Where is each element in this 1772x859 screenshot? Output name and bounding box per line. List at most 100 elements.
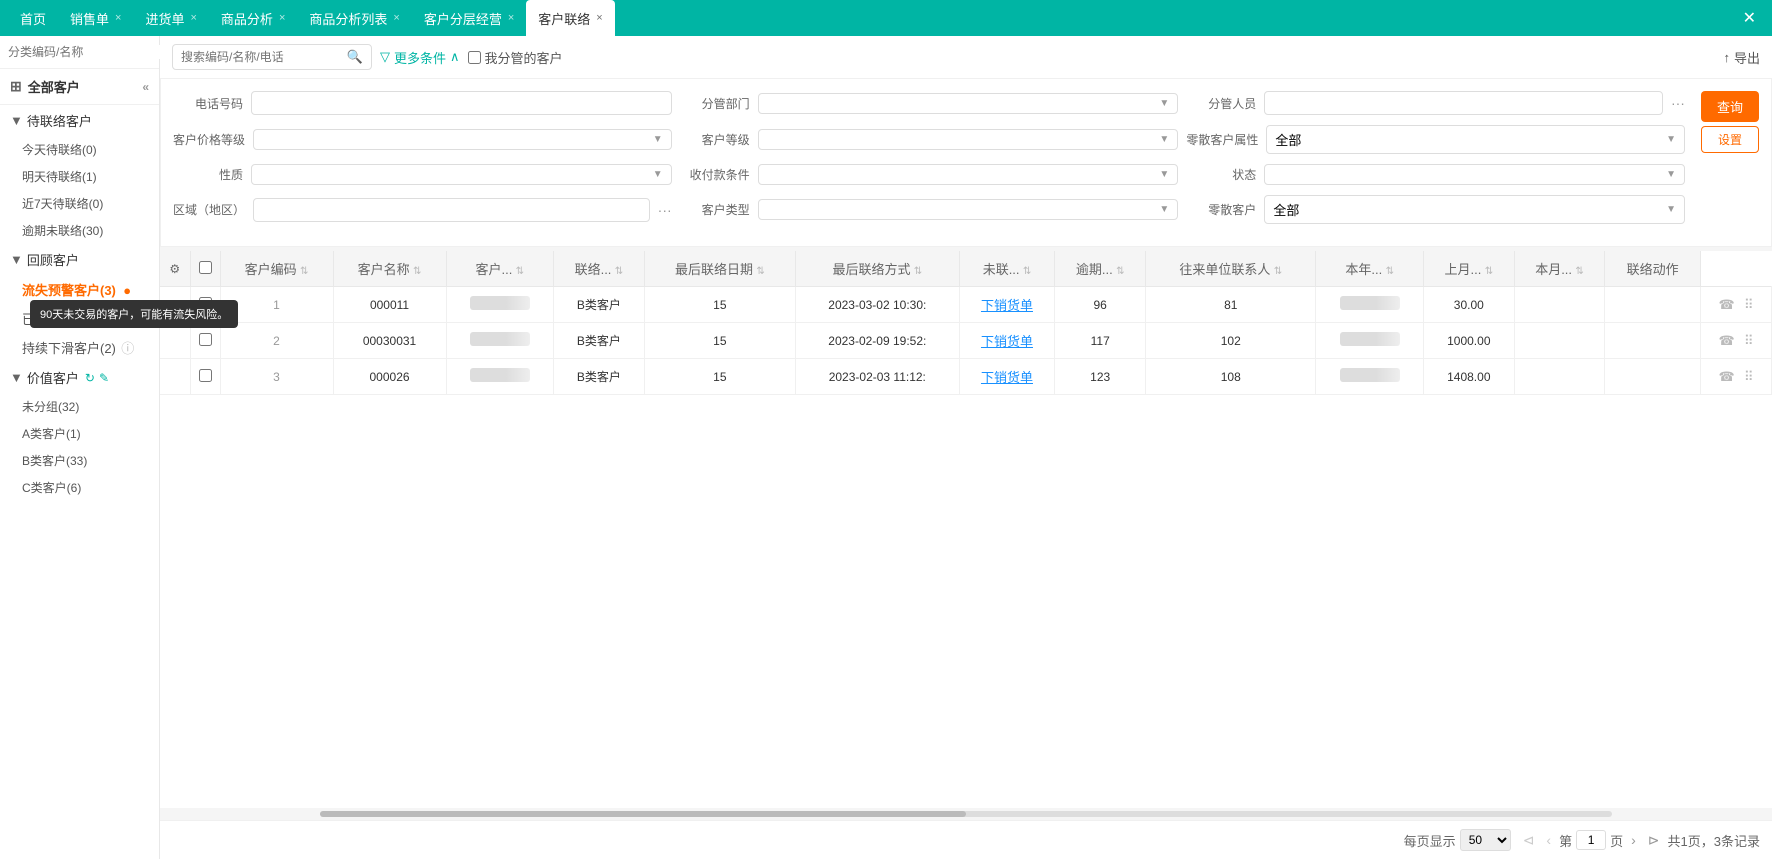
tab-customer-tier[interactable]: 客户分层经营 × — [412, 0, 526, 36]
scrollbar-thumb[interactable] — [320, 811, 966, 817]
sidebar-item-a-class[interactable]: A类客户(1) — [0, 420, 159, 447]
my-customers-check[interactable] — [468, 51, 481, 64]
sort-icon-contact[interactable]: ⇅ — [615, 266, 623, 277]
td-action[interactable]: ☎ ⠿ — [1701, 323, 1772, 359]
search-input[interactable] — [181, 50, 343, 64]
action-more-icon[interactable]: ⠿ — [1744, 333, 1754, 348]
person-dots[interactable]: ··· — [1671, 95, 1685, 111]
sort-icon-no-contact[interactable]: ⇅ — [1023, 266, 1031, 277]
section-pending-contact-title[interactable]: ▼ 待联络客户 — [0, 105, 159, 136]
tab-analysis-list-close[interactable]: × — [393, 12, 399, 24]
dept-arrow-icon: ▼ — [1159, 98, 1169, 109]
row-checkbox[interactable] — [199, 369, 212, 382]
tab-purchase-close[interactable]: × — [190, 12, 196, 24]
refresh-icon[interactable]: ↻ — [85, 371, 95, 385]
row-checkbox[interactable] — [199, 333, 212, 346]
tab-analysis-close[interactable]: × — [279, 12, 285, 24]
section-review-title[interactable]: ▼ 回顾客户 — [0, 244, 159, 275]
td-action[interactable]: ☎ ⠿ — [1701, 287, 1772, 323]
tab-sales-close[interactable]: × — [115, 12, 121, 24]
export-btn[interactable]: ↑ 导出 — [1723, 48, 1760, 67]
tab-analysis-list[interactable]: 商品分析列表 × — [297, 0, 411, 36]
sidebar-item-tomorrow-contact[interactable]: 明天待联络(1) — [0, 163, 159, 190]
zero-retail-attr-select[interactable]: 全部 ▼ — [1266, 125, 1685, 154]
person-input[interactable] — [1264, 91, 1663, 115]
payment-select[interactable]: ▼ — [758, 164, 1179, 185]
sort-icon-unit[interactable]: ⇅ — [1274, 266, 1282, 277]
sort-icon-last-month[interactable]: ⇅ — [1485, 266, 1493, 277]
th-this-month: 本月... ⇅ — [1514, 251, 1605, 287]
scrollbar-track[interactable] — [320, 811, 1612, 817]
customer-tier-select[interactable]: ▼ — [758, 129, 1179, 150]
td-last-way[interactable]: 下销货单 — [959, 359, 1055, 395]
action-contact-icon[interactable]: ☎ — [1718, 333, 1734, 348]
sort-icon-date[interactable]: ⇅ — [756, 266, 764, 277]
window-close-btn[interactable]: ✕ — [1735, 8, 1764, 28]
sidebar-item-b-class[interactable]: B类客户(33) — [0, 447, 159, 474]
select-all-checkbox[interactable] — [199, 261, 212, 274]
sort-icon-code[interactable]: ⇅ — [300, 266, 308, 277]
sidebar-search-box[interactable]: 🔍 — [0, 36, 159, 69]
tab-analysis[interactable]: 商品分析 × — [209, 0, 297, 36]
td-last-way[interactable]: 下销货单 — [959, 323, 1055, 359]
tab-customer-contact-close[interactable]: × — [596, 12, 602, 24]
th-checkbox[interactable] — [190, 251, 220, 287]
action-more-icon[interactable]: ⠿ — [1744, 297, 1754, 312]
sort-icon-name[interactable]: ⇅ — [413, 266, 421, 277]
horizontal-scrollbar[interactable] — [160, 808, 1772, 820]
filter-row-1: 电话号码 分管部门 ▼ 分管人员 — [173, 91, 1685, 115]
next-page-btn[interactable]: › — [1627, 832, 1640, 848]
query-button[interactable]: 查询 — [1701, 91, 1759, 122]
tab-customer-tier-close[interactable]: × — [508, 12, 514, 24]
td-last-way[interactable]: 下销货单 — [959, 287, 1055, 323]
tab-home[interactable]: 首页 — [8, 0, 58, 36]
first-page-btn[interactable]: ⊲ — [1519, 832, 1539, 849]
settings-button[interactable]: 设置 — [1701, 126, 1759, 153]
action-more-icon[interactable]: ⠿ — [1744, 369, 1754, 384]
action-contact-icon[interactable]: ☎ — [1718, 369, 1734, 384]
sidebar-item-c-class[interactable]: C类客户(6) — [0, 474, 159, 501]
tab-purchase[interactable]: 进货单 × — [133, 0, 208, 36]
page-input[interactable] — [1576, 830, 1606, 850]
price-tier-select[interactable]: ▼ — [253, 129, 672, 150]
region-input[interactable] — [253, 198, 650, 222]
collapse-icon[interactable]: « — [142, 80, 149, 94]
prev-page-btn[interactable]: ‹ — [1542, 832, 1555, 848]
search-box[interactable]: 🔍 — [172, 44, 372, 70]
tab-sales[interactable]: 销售单 × — [58, 0, 133, 36]
td-action[interactable]: ☎ ⠿ — [1701, 359, 1772, 395]
sidebar-item-today-contact[interactable]: 今天待联络(0) — [0, 136, 159, 163]
sidebar-item-overdue-contact[interactable]: 逾期未联络(30) — [0, 217, 159, 244]
zero-retail-select[interactable]: 全部 ▼ — [1264, 195, 1685, 224]
section-value-title[interactable]: ▼ 价值客户 ↻ ✎ — [0, 362, 159, 393]
sidebar-item-ungrouped[interactable]: 未分组(32) — [0, 393, 159, 420]
last-page-btn[interactable]: ⊳ — [1644, 832, 1664, 849]
sort-icon-way[interactable]: ⇅ — [914, 266, 922, 277]
sort-icon-overdue[interactable]: ⇅ — [1116, 266, 1124, 277]
search-icon-toolbar[interactable]: 🔍 — [347, 49, 363, 65]
sort-icon-this-year[interactable]: ⇅ — [1386, 266, 1394, 277]
dept-select[interactable]: ▼ — [758, 93, 1179, 114]
nature-select[interactable]: ▼ — [251, 164, 672, 185]
tab-customer-contact[interactable]: 客户联络 × — [526, 0, 614, 36]
sort-icon-type[interactable]: ⇅ — [516, 266, 524, 277]
status-select[interactable]: ▼ — [1264, 164, 1685, 185]
table-header-row: ⚙ 客户编码 ⇅ 客户名称 ⇅ 客户... — [160, 251, 1772, 287]
sidebar-item-7day-contact[interactable]: 近7天待联络(0) — [0, 190, 159, 217]
sort-icon-this-month[interactable]: ⇅ — [1575, 266, 1583, 277]
sidebar-search-input[interactable] — [8, 45, 163, 59]
region-dots[interactable]: ··· — [658, 202, 672, 218]
my-customers-checkbox[interactable]: 我分管的客户 — [468, 48, 563, 67]
sidebar-all-customers[interactable]: ⊞ 全部客户 « — [0, 69, 159, 105]
edit-icon[interactable]: ✎ — [99, 371, 109, 385]
per-page-select[interactable]: 50 100 — [1460, 829, 1511, 851]
action-contact-icon[interactable]: ☎ — [1718, 297, 1734, 312]
td-last-date: 2023-02-09 19:52: — [796, 323, 960, 359]
th-last-month-label: 上月... — [1445, 262, 1482, 277]
customer-type-select[interactable]: ▼ — [758, 199, 1179, 220]
td-check[interactable] — [190, 359, 220, 395]
th-settings[interactable]: ⚙ — [160, 251, 190, 287]
phone-input[interactable] — [251, 91, 672, 115]
filter-btn[interactable]: ▽ 更多条件 ∧ — [380, 48, 460, 67]
sidebar-item-declining[interactable]: 持续下滑客户(2) ⓘ — [0, 333, 159, 362]
